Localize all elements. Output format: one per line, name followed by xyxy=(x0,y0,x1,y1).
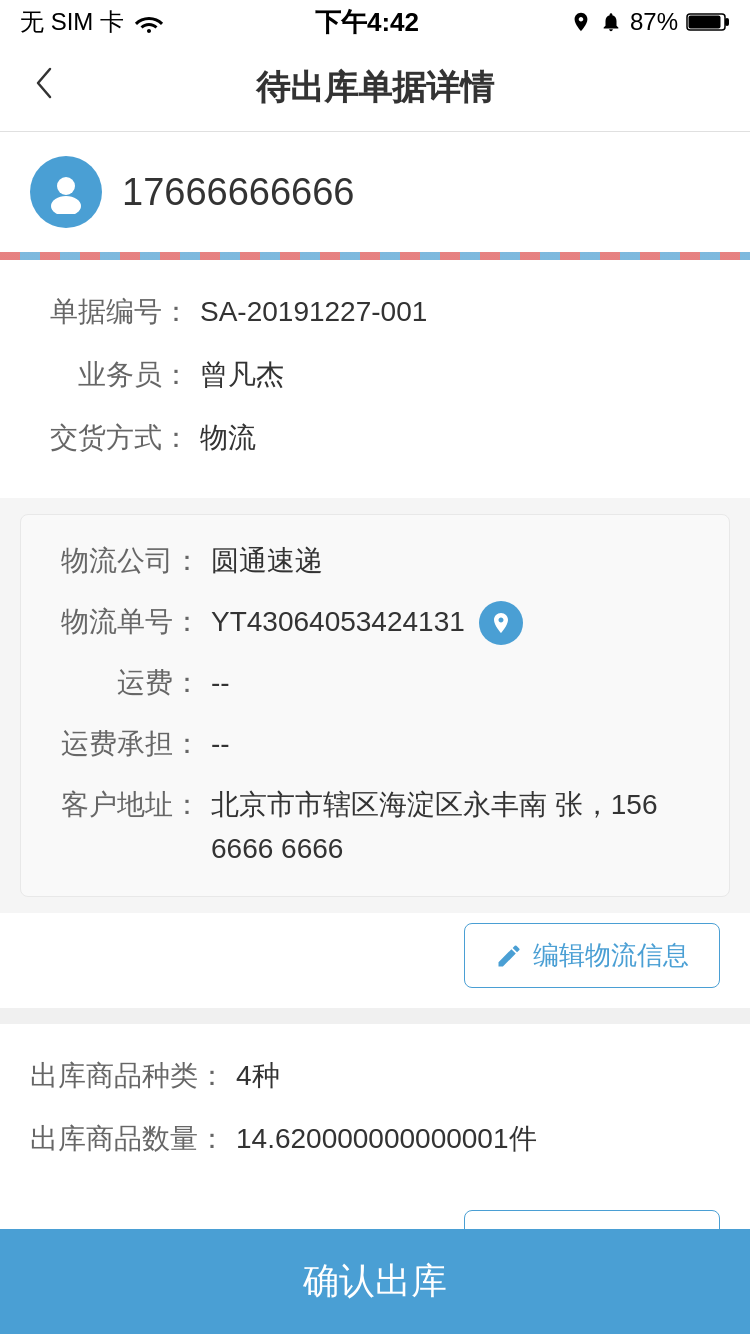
document-no-value: SA-20191227-001 xyxy=(190,290,720,335)
delivery-method-label: 交货方式： xyxy=(30,416,190,461)
nav-bar: 待出库单据详情 xyxy=(0,44,750,132)
back-button[interactable] xyxy=(30,61,58,114)
freight-bearer-label: 运费承担： xyxy=(41,722,201,767)
page-title: 待出库单据详情 xyxy=(256,65,494,111)
edit-logistics-button[interactable]: 编辑物流信息 xyxy=(464,923,720,988)
delivery-method-row: 交货方式： 物流 xyxy=(30,416,720,461)
salesperson-row: 业务员： 曾凡杰 xyxy=(30,353,720,398)
battery-percentage: 87% xyxy=(630,8,678,36)
freight-bearer-row: 运费承担： -- xyxy=(41,722,709,767)
customer-phone: 17666666666 xyxy=(122,171,354,214)
svg-rect-2 xyxy=(688,16,720,29)
goods-section: 出库商品种类： 4种 出库商品数量： 14.620000000000001件 xyxy=(0,1024,750,1200)
tracking-no-row: 物流单号： YT43064053424131 xyxy=(41,600,709,645)
freight-bearer-value: -- xyxy=(201,722,709,767)
wifi-icon xyxy=(134,11,164,33)
section-separator xyxy=(0,1008,750,1024)
svg-rect-1 xyxy=(725,18,729,26)
status-right: 87% xyxy=(570,8,730,36)
freight-value: -- xyxy=(201,661,709,706)
document-no-label: 单据编号： xyxy=(30,290,190,335)
logistics-company-label: 物流公司： xyxy=(41,539,201,584)
status-bar: 无 SIM 卡 下午4:42 87% xyxy=(0,0,750,44)
delivery-method-value: 物流 xyxy=(190,416,720,461)
sim-status: 无 SIM 卡 xyxy=(20,6,124,38)
goods-quantity-row: 出库商品数量： 14.620000000000001件 xyxy=(30,1117,720,1162)
logistics-card: 物流公司： 圆通速递 物流单号： YT43064053424131 运费： --… xyxy=(20,514,730,897)
goods-types-row: 出库商品种类： 4种 xyxy=(30,1054,720,1099)
goods-types-value: 4种 xyxy=(226,1054,720,1099)
logistics-company-row: 物流公司： 圆通速递 xyxy=(41,539,709,584)
goods-quantity-label: 出库商品数量： xyxy=(30,1117,226,1162)
salesperson-label: 业务员： xyxy=(30,353,190,398)
document-no-row: 单据编号： SA-20191227-001 xyxy=(30,290,720,335)
freight-label: 运费： xyxy=(41,661,201,706)
track-location-button[interactable] xyxy=(479,601,523,645)
alarm-icon xyxy=(600,11,622,33)
logistics-company-value: 圆通速递 xyxy=(201,539,709,584)
tracking-no-label: 物流单号： xyxy=(41,600,201,645)
edit-logistics-label: 编辑物流信息 xyxy=(533,938,689,973)
battery-icon xyxy=(686,11,730,33)
svg-point-3 xyxy=(57,177,75,195)
dashed-divider xyxy=(0,252,750,260)
address-label: 客户地址： xyxy=(41,783,201,828)
basic-info-section: 单据编号： SA-20191227-001 业务员： 曾凡杰 交货方式： 物流 xyxy=(0,260,750,498)
confirm-outbound-button[interactable]: 确认出库 xyxy=(0,1257,750,1306)
edit-logistics-section: 编辑物流信息 xyxy=(0,913,750,1008)
goods-quantity-value: 14.620000000000001件 xyxy=(226,1117,720,1162)
tracking-no-value-wrap: YT43064053424131 xyxy=(201,600,709,645)
svg-point-4 xyxy=(51,196,81,214)
salesperson-value: 曾凡杰 xyxy=(190,353,720,398)
tracking-no-value: YT43064053424131 xyxy=(211,600,465,645)
status-time: 下午4:42 xyxy=(315,5,419,40)
edit-icon xyxy=(495,942,523,970)
freight-row: 运费： -- xyxy=(41,661,709,706)
bottom-bar: 确认出库 xyxy=(0,1229,750,1334)
customer-header: 17666666666 xyxy=(0,132,750,252)
address-row: 客户地址： 北京市市辖区海淀区永丰南 张，156 6666 6666 xyxy=(41,783,709,873)
address-value: 北京市市辖区海淀区永丰南 张，156 6666 6666 xyxy=(201,783,709,873)
avatar xyxy=(30,156,102,228)
status-left: 无 SIM 卡 xyxy=(20,6,164,38)
goods-types-label: 出库商品种类： xyxy=(30,1054,226,1099)
location-indicator-icon xyxy=(570,11,592,33)
